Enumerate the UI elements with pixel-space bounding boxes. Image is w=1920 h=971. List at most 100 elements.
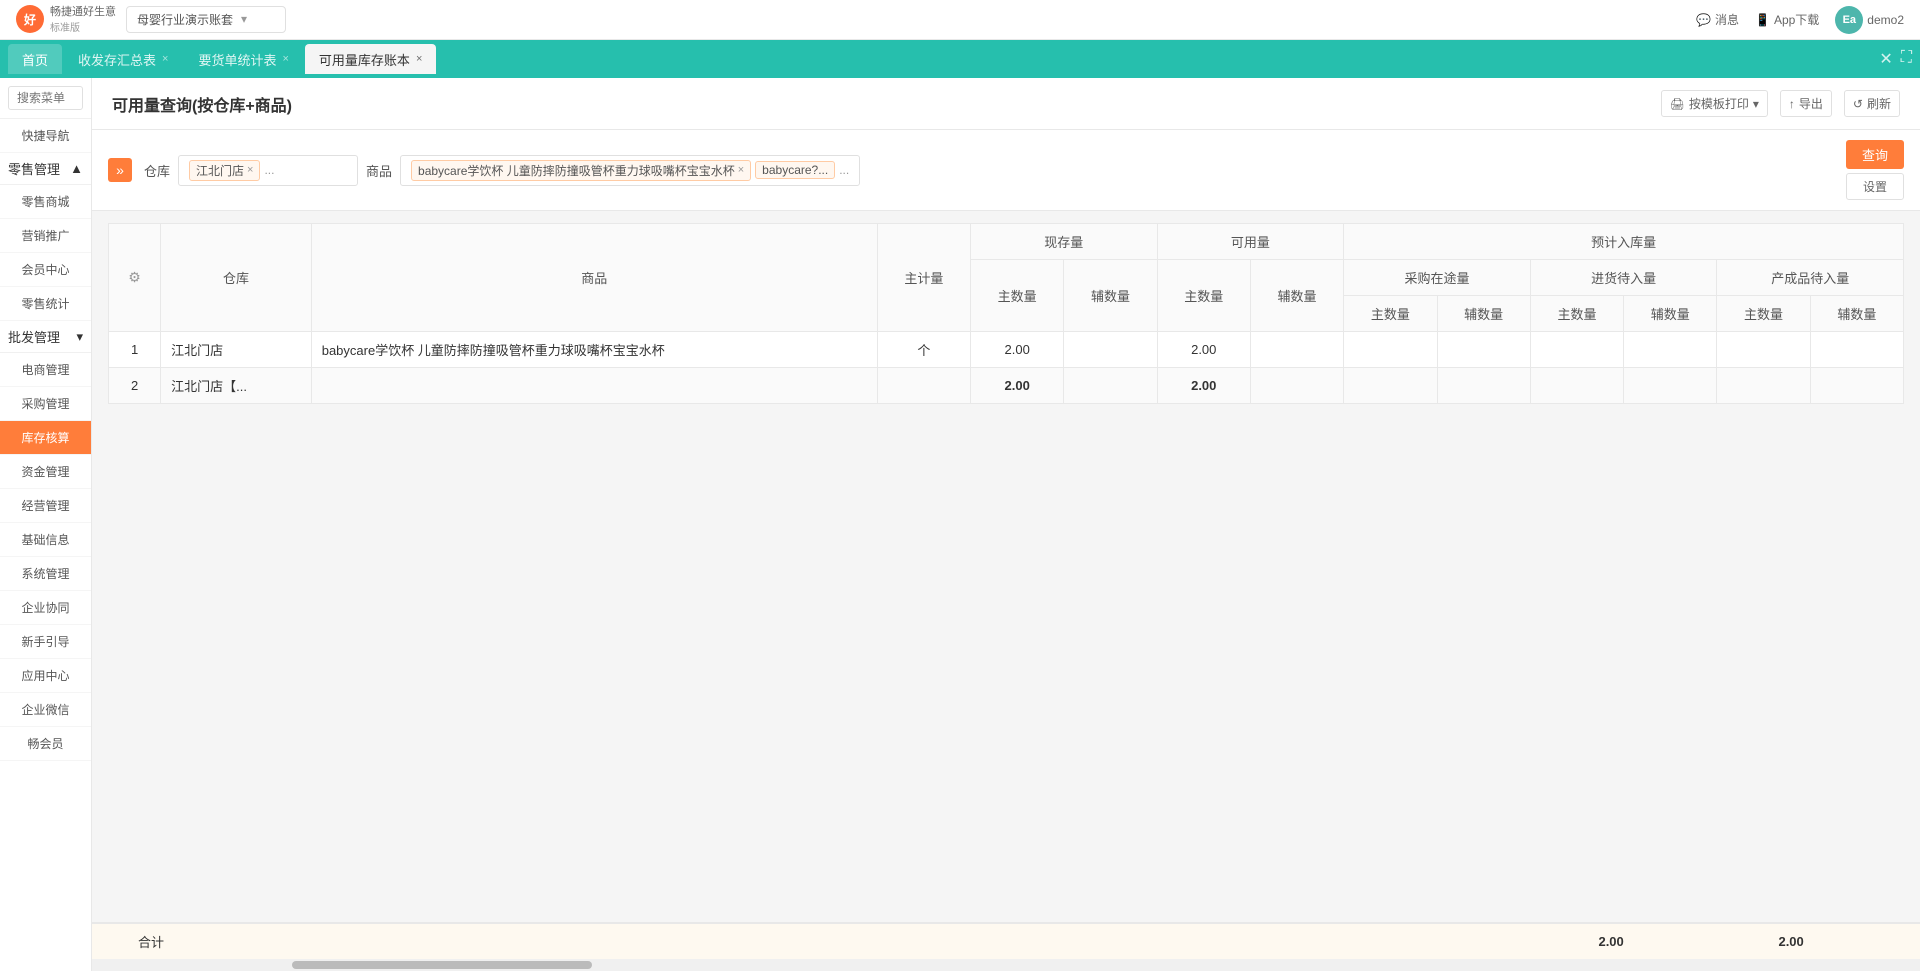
sidebar-item-purchase[interactable]: 采购管理 xyxy=(0,387,91,421)
row2-index: 2 xyxy=(109,368,161,404)
sidebar-item-marketing[interactable]: 营销推广 xyxy=(0,219,91,253)
search-input[interactable] xyxy=(8,86,83,110)
avatar: Ea xyxy=(1835,6,1863,34)
settings-gear-icon[interactable]: ⚙ xyxy=(128,269,141,285)
order-stat-tab-label: 要货单统计表 xyxy=(198,50,276,69)
row1-inbound-aux xyxy=(1624,332,1717,368)
main-layout: 快捷导航 零售管理 ▲ 零售商城 营销推广 会员中心 零售统计 批发管理 ▾ 电… xyxy=(0,78,1920,971)
logo-icon: 好 xyxy=(16,5,44,33)
warehouse-tag: 江北门店 × xyxy=(189,160,260,181)
nav-close-btn[interactable]: ✕ xyxy=(1879,49,1892,69)
row2-inbound-main xyxy=(1530,368,1623,404)
page-header: 可用量查询(按仓库+商品) 🖨 按模板打印 ▾ ↑ 导出 ↺ 刷新 xyxy=(92,78,1920,130)
footer-empty1 xyxy=(92,924,128,959)
app-download-btn[interactable]: 📱 App下载 xyxy=(1755,11,1819,28)
scroll-thumb[interactable] xyxy=(292,961,592,969)
sidebar-item-inventory[interactable]: 库存核算 xyxy=(0,421,91,455)
tab-home[interactable]: 首页 xyxy=(8,44,62,74)
gear-header[interactable]: ⚙ xyxy=(109,224,161,332)
chevron-down-icon: ▾ xyxy=(241,12,247,26)
row1-inbound-main xyxy=(1530,332,1623,368)
close-available-stock-tab[interactable]: × xyxy=(416,53,422,65)
query-btn[interactable]: 查询 xyxy=(1846,140,1904,169)
unit-header: 主计量 xyxy=(877,224,970,332)
download-icon: 📱 xyxy=(1755,13,1770,27)
sidebar-item-wechat[interactable]: 企业微信 xyxy=(0,693,91,727)
sidebar-item-finance[interactable]: 资金管理 xyxy=(0,455,91,489)
user-area[interactable]: Ea demo2 xyxy=(1835,6,1904,34)
warehouse-more[interactable]: ... xyxy=(264,163,274,177)
purchase-transit-header: 采购在途量 xyxy=(1344,260,1531,296)
product-more[interactable]: ... xyxy=(839,163,849,177)
product-tag2: babycare?... xyxy=(755,161,835,179)
purchase-aux-header: 辅数量 xyxy=(1437,296,1530,332)
row1-avail-main: 2.00 xyxy=(1157,332,1250,368)
sidebar-item-retail-mall[interactable]: 零售商城 xyxy=(0,185,91,219)
footer-empty3 xyxy=(1506,924,1566,959)
sidebar-item-basic-info[interactable]: 基础信息 xyxy=(0,523,91,557)
current-aux-header: 辅数量 xyxy=(1064,260,1157,332)
filter-actions: 查询 设置 xyxy=(1846,140,1904,200)
sidebar-item-operations[interactable]: 经营管理 xyxy=(0,489,91,523)
sidebar-item-guide[interactable]: 新手引导 xyxy=(0,625,91,659)
row2-purchase-aux xyxy=(1437,368,1530,404)
page-title: 可用量查询(按仓库+商品) xyxy=(112,92,292,116)
tab-order-stat[interactable]: 要货单统计表 × xyxy=(184,44,302,74)
tenant-selector[interactable]: 母婴行业演示账套 ▾ xyxy=(126,6,286,33)
table-row: 2 江北门店【... 2.00 2.00 xyxy=(109,368,1904,404)
remove-product-tag1[interactable]: × xyxy=(738,164,744,176)
sidebar-item-retail-stat[interactable]: 零售统计 xyxy=(0,287,91,321)
footer-label: 合计 xyxy=(128,924,248,959)
summary-tab-label: 收发存汇总表 xyxy=(78,50,156,69)
sidebar-item-member[interactable]: 会员中心 xyxy=(0,253,91,287)
row1-index: 1 xyxy=(109,332,161,368)
remove-warehouse-tag[interactable]: × xyxy=(247,164,253,176)
available-header: 可用量 xyxy=(1157,224,1344,260)
row1-current-main: 2.00 xyxy=(971,332,1064,368)
footer-empty2 xyxy=(248,924,1506,959)
message-btn[interactable]: 💬 消息 xyxy=(1696,11,1739,28)
row2-product-aux xyxy=(1810,368,1903,404)
row1-warehouse: 江北门店 xyxy=(161,332,312,368)
product-pending-header: 产成品待入量 xyxy=(1717,260,1904,296)
row2-purchase-main xyxy=(1344,368,1437,404)
logo-sub: 标准版 xyxy=(50,19,116,34)
message-icon: 💬 xyxy=(1696,13,1711,27)
sidebar-item-quick-nav[interactable]: 快捷导航 xyxy=(0,119,91,153)
row2-product xyxy=(311,368,877,404)
sidebar-item-enterprise[interactable]: 企业协同 xyxy=(0,591,91,625)
nav-expand-btn[interactable]: ⛶ xyxy=(1901,49,1912,69)
print-btn[interactable]: 🖨 按模板打印 ▾ xyxy=(1661,90,1768,117)
print-icon: 🖨 xyxy=(1670,97,1685,111)
row1-purchase-main xyxy=(1344,332,1437,368)
scrollbar-area[interactable] xyxy=(92,959,1920,971)
message-label: 消息 xyxy=(1715,11,1739,28)
row2-avail-aux xyxy=(1250,368,1343,404)
warehouse-label: 仓库 xyxy=(144,161,170,180)
sidebar-item-ecommerce[interactable]: 电商管理 xyxy=(0,353,91,387)
top-bar-left: 好 畅捷通好生意 标准版 母婴行业演示账套 ▾ xyxy=(16,5,286,34)
row1-product-aux xyxy=(1810,332,1903,368)
sidebar: 快捷导航 零售管理 ▲ 零售商城 营销推广 会员中心 零售统计 批发管理 ▾ 电… xyxy=(0,78,92,971)
sidebar-item-retail-mgmt[interactable]: 零售管理 ▲ xyxy=(0,153,91,185)
close-order-stat-tab[interactable]: × xyxy=(282,53,288,65)
product-label: 商品 xyxy=(366,161,392,180)
export-btn[interactable]: ↑ 导出 xyxy=(1780,90,1832,117)
sidebar-item-app-center[interactable]: 应用中心 xyxy=(0,659,91,693)
sidebar-item-member2[interactable]: 畅会员 xyxy=(0,727,91,761)
footer-rest xyxy=(1836,924,1920,959)
available-stock-tab-label: 可用量库存账本 xyxy=(319,50,410,69)
sidebar-item-wholesale-mgmt[interactable]: 批发管理 ▾ xyxy=(0,321,91,353)
product-input[interactable]: babycare学饮杯 儿童防摔防撞吸管杯重力球吸嘴杯宝宝水杯 × babyca… xyxy=(400,155,860,186)
warehouse-input[interactable]: 江北门店 × ... xyxy=(178,155,358,186)
tab-available-stock[interactable]: 可用量库存账本 × xyxy=(305,44,436,74)
settings-btn[interactable]: 设置 xyxy=(1846,173,1904,200)
sidebar-search-area xyxy=(0,78,91,119)
chevron-down-icon: ▾ xyxy=(1753,97,1759,111)
close-summary-tab[interactable]: × xyxy=(162,53,168,65)
tab-summary[interactable]: 收发存汇总表 × xyxy=(64,44,182,74)
expand-filter-btn[interactable]: » xyxy=(108,158,132,182)
download-label: App下载 xyxy=(1774,11,1819,28)
refresh-btn[interactable]: ↺ 刷新 xyxy=(1844,90,1900,117)
sidebar-item-system[interactable]: 系统管理 xyxy=(0,557,91,591)
